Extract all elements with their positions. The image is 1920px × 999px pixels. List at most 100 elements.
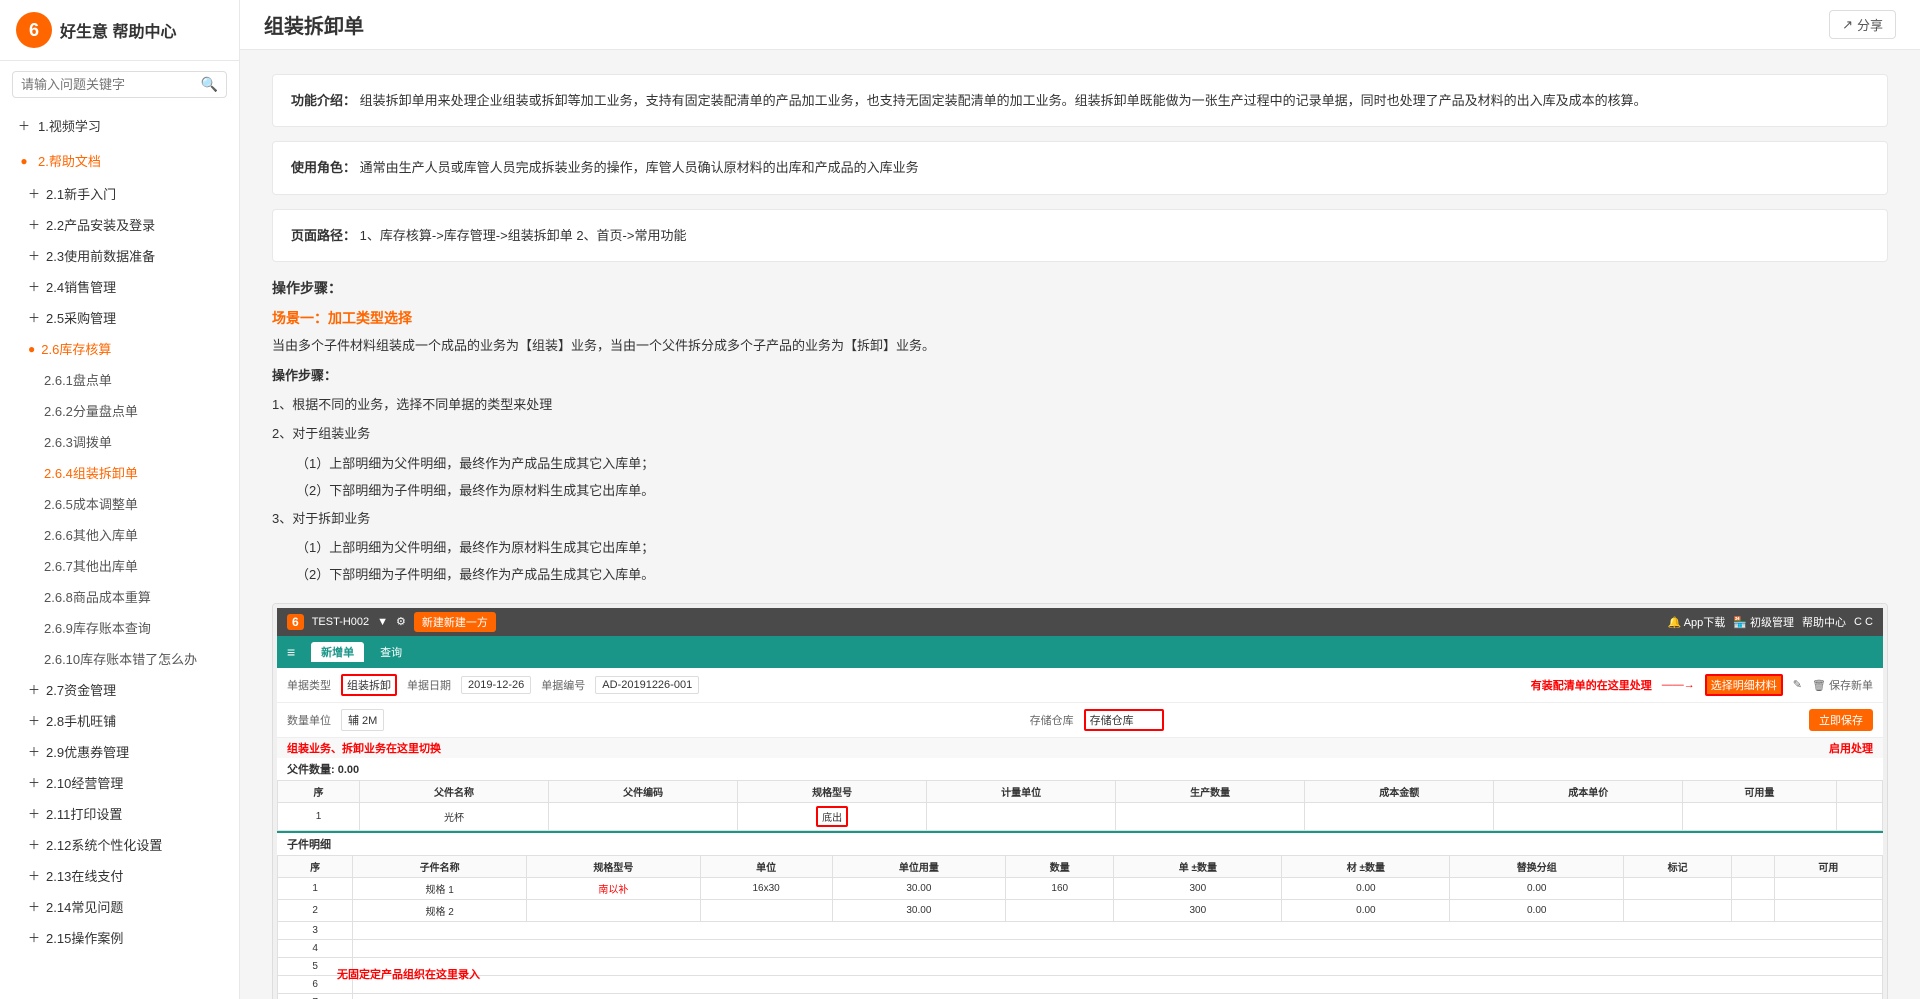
table-row: 1 规格 1 南以补 16x30 30.00 160 300 0.00 0.00 <box>278 877 1883 899</box>
sidebar-item-inventory-query[interactable]: 2.6.9库存账本查询 <box>0 612 239 643</box>
role-block: 使用角色： 通常由生产人员或库管人员完成拆装业务的操作，库管人员确认原材料的出库… <box>272 141 1888 194</box>
mock-no-label: 单据编号 <box>541 677 585 693</box>
sidebar-item-other-out[interactable]: 2.6.7其他出库单 <box>0 550 239 581</box>
main-content: 组装拆卸单 ↗ 分享 功能介绍： 组装拆卸单用来处理企业组装或拆卸等加工业务，支… <box>240 0 1920 999</box>
sidebar: 6 好生意 帮助中心 🔍 ＋ 1.视频学习 ● 2.帮助文档 ＋ 2.1新手入门… <box>0 0 240 999</box>
table-row: 4 <box>278 939 1883 957</box>
sidebar-item-transfer[interactable]: 2.6.3调拨单 <box>0 426 239 457</box>
annotation4: 无固定定产品组织在这里录入 <box>337 969 480 981</box>
annotation1: 有装配清单的在这里处理 <box>1531 677 1652 693</box>
expand-icon-docs: ● <box>16 153 32 169</box>
mock-system-bar: 6 TEST-H002 ▼ ⚙ 新建新建一方 🔔 App下载 🏪 初级管理 帮助… <box>277 608 1883 636</box>
annotation3: 启用处理 <box>1829 740 1873 756</box>
intro-body: 组装拆卸单用来处理企业组装或拆卸等加工业务，支持有固定装配清单的产品加工业务，也… <box>360 93 1647 108</box>
mock-warehouse2-val: 存储仓库 <box>1084 709 1164 731</box>
sidebar-item-finance[interactable]: ＋ 2.7资金管理 <box>0 674 239 705</box>
sidebar-item-install[interactable]: ＋ 2.2产品安装及登录 <box>0 209 239 240</box>
search-input[interactable] <box>21 77 201 92</box>
sidebar-item-purchase-label: 2.5采购管理 <box>46 308 116 327</box>
sidebar-item-install-label: 2.2产品安装及登录 <box>46 215 155 234</box>
sidebar-item-cost-adjust[interactable]: 2.6.5成本调整单 <box>0 488 239 519</box>
role-label: 使用角色： <box>291 160 356 175</box>
path-block: 页面路径： 1、库存核算->库存管理->组装拆卸单 2、首页->常用功能 <box>272 209 1888 262</box>
mock-bar-id: TEST-H002 <box>312 616 369 628</box>
sidebar-item-coupon[interactable]: ＋ 2.9优惠券管理 <box>0 736 239 767</box>
sidebar-item-sales-label: 2.4销售管理 <box>46 277 116 296</box>
mock-parent-table: 序 父件名称 父件编码 规格型号 计量单位 生产数量 成本金额 成本单价 可用量 <box>277 780 1883 831</box>
mock-sub-table-area: 子件明细 序 子件名称 规格型号 单位 单位用量 数量 单 ±数量 <box>277 831 1883 999</box>
sidebar-item-cost-recalc[interactable]: 2.6.8商品成本重算 <box>0 581 239 612</box>
sidebar-item-stocktake[interactable]: 2.6.1盘点单 <box>0 364 239 395</box>
sidebar-item-other-in[interactable]: 2.6.6其他入库单 <box>0 519 239 550</box>
path-label: 页面路径： <box>291 228 356 243</box>
table-row: 2 规格 2 30.00 300 0.00 0.00 <box>278 899 1883 921</box>
sidebar-item-faq-label: 2.14常见问题 <box>46 897 123 916</box>
sidebar-item-inventory-fix[interactable]: 2.6.10库存账本错了怎么办 <box>0 643 239 674</box>
annotation2: 组装业务、拆卸业务在这里切换 <box>287 740 441 756</box>
intro-label: 功能介绍： <box>291 93 356 108</box>
table-row: 7 <box>278 993 1883 999</box>
sidebar-item-finance-label: 2.7资金管理 <box>46 680 116 699</box>
mock-table-toolbar: 父件数量: 0.00 <box>277 758 1883 780</box>
search-icon[interactable]: 🔍 <box>201 76 218 93</box>
sidebar-item-newbie-label: 2.1新手入门 <box>46 184 116 203</box>
sidebar-item-purchase[interactable]: ＋ 2.5采购管理 <box>0 302 239 333</box>
scene1-label: 场景一：加工类型选择 <box>272 308 1888 328</box>
sidebar-item-inventory[interactable]: ● 2.6库存核算 <box>0 333 239 364</box>
share-icon: ↗ <box>1842 17 1853 33</box>
mock-save-btn: 立即保存 <box>1809 709 1873 731</box>
mock-bar-right1: 🔔 App下载 <box>1668 614 1726 630</box>
mock-edit-icon: ✎ <box>1793 678 1802 691</box>
mock-annotation-row: 组装业务、拆卸业务在这里切换 启用处理 <box>277 738 1883 758</box>
step3: 3、对于拆卸业务 <box>272 507 1888 530</box>
sidebar-item-print[interactable]: ＋ 2.11打印设置 <box>0 798 239 829</box>
sidebar-item-payment[interactable]: ＋ 2.13在线支付 <box>0 860 239 891</box>
scene1-desc: 当由多个子件材料组装成一个成品的业务为【组装】业务，当由一个父件拆分成多个子产品… <box>272 334 1888 357</box>
step2-2: （2）下部明细为子件明细，最终作为原材料生成其它出库单。 <box>272 479 1888 502</box>
screenshot-container: 6 TEST-H002 ▼ ⚙ 新建新建一方 🔔 App下载 🏪 初级管理 帮助… <box>272 603 1888 999</box>
sidebar-item-management[interactable]: ＋ 2.10经营管理 <box>0 767 239 798</box>
mock-form-type-label: 单据类型 <box>287 677 331 693</box>
sidebar-item-sales[interactable]: ＋ 2.4销售管理 <box>0 271 239 302</box>
sidebar-item-settings-label: 2.12系统个性化设置 <box>46 835 162 854</box>
sidebar-header: 6 好生意 帮助中心 <box>0 0 239 61</box>
sidebar-item-assembly[interactable]: 2.6.4组装拆卸单 <box>0 457 239 488</box>
mock-sub-table: 序 子件名称 规格型号 单位 单位用量 数量 单 ±数量 材 ±数量 替换分组 … <box>277 855 1883 999</box>
mock-qty-val: 辅 2M <box>341 709 384 731</box>
sidebar-item-data-prep[interactable]: ＋ 2.3使用前数据准备 <box>0 240 239 271</box>
sidebar-item-faq[interactable]: ＋ 2.14常见问题 <box>0 891 239 922</box>
share-button[interactable]: ↗ 分享 <box>1829 10 1896 39</box>
sidebar-item-newbie[interactable]: ＋ 2.1新手入门 <box>0 178 239 209</box>
sidebar-item-mobile[interactable]: ＋ 2.8手机旺铺 <box>0 705 239 736</box>
sidebar-item-inventory-label: 2.6库存核算 <box>41 339 111 358</box>
intro-text: 功能介绍： 组装拆卸单用来处理企业组装或拆卸等加工业务，支持有固定装配清单的产品… <box>291 89 1869 112</box>
sidebar-item-video[interactable]: ＋ 1.视频学习 <box>0 108 239 143</box>
mock-warehouse-label: 数量单位 <box>287 712 331 728</box>
mock-form-row2: 数量单位 辅 2M 存储仓库 存储仓库 立即保存 <box>277 703 1883 738</box>
step1: 1、根据不同的业务，选择不同单据的类型来处理 <box>272 393 1888 416</box>
annotation4-container: 无固定定产品组织在这里录入 <box>337 966 480 982</box>
table-row: 1 光杯 底出 <box>278 802 1883 830</box>
sidebar-item-mobile-label: 2.8手机旺铺 <box>46 711 116 730</box>
table-row: 3 <box>278 921 1883 939</box>
sidebar-item-management-label: 2.10经营管理 <box>46 773 123 792</box>
mock-nav-icon: ≡ <box>287 644 295 660</box>
sidebar-item-cases-label: 2.15操作案例 <box>46 928 123 947</box>
mock-tab-new: 新增单 <box>311 642 364 662</box>
mock-delete-icon: 🗑 保存新单 <box>1812 677 1873 693</box>
mock-date-val: 2019-12-26 <box>461 676 531 694</box>
expand-icon: ＋ <box>16 118 32 134</box>
sidebar-item-docs[interactable]: ● 2.帮助文档 <box>0 143 239 178</box>
sidebar-item-video-label: 1.视频学习 <box>38 116 101 135</box>
arrow1: ——→ <box>1662 679 1695 691</box>
sidebar-item-partial-stocktake[interactable]: 2.6.2分量盘点单 <box>0 395 239 426</box>
sidebar-item-coupon-label: 2.9优惠券管理 <box>46 742 129 761</box>
sidebar-item-print-label: 2.11打印设置 <box>46 804 122 823</box>
ops-steps-label: 操作步骤： <box>272 364 1888 387</box>
intro-block: 功能介绍： 组装拆卸单用来处理企业组装或拆卸等加工业务，支持有固定装配清单的产品… <box>272 74 1888 127</box>
search-box[interactable]: 🔍 <box>12 71 227 98</box>
sidebar-item-cases[interactable]: ＋ 2.15操作案例 <box>0 922 239 953</box>
step2: 2、对于组装业务 <box>272 422 1888 445</box>
app-logo: 6 <box>16 12 52 48</box>
sidebar-item-settings[interactable]: ＋ 2.12系统个性化设置 <box>0 829 239 860</box>
